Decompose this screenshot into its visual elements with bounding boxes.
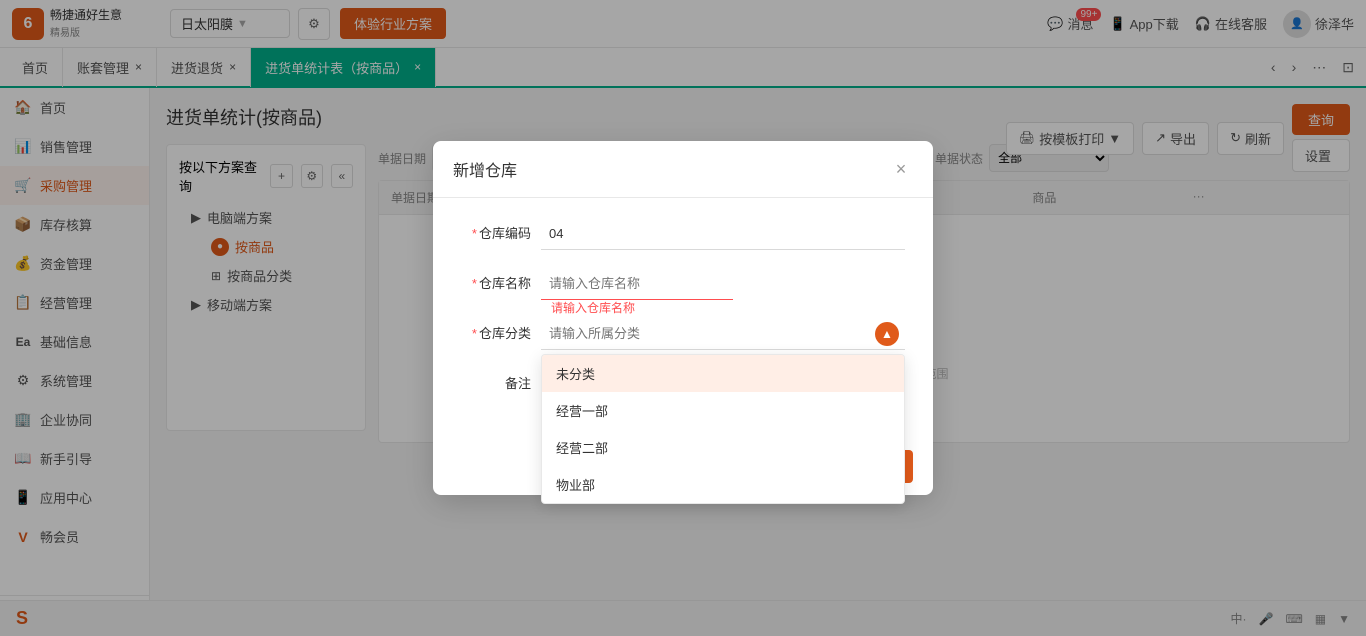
code-input[interactable] (541, 218, 905, 250)
name-input[interactable] (541, 268, 733, 300)
category-label: 仓库分类 (461, 318, 541, 350)
category-dropdown: 未分类 经营一部 经营二部 物业部 (541, 354, 905, 504)
dropdown-item-uncategorized[interactable]: 未分类 (542, 355, 904, 392)
modal-header: 新增仓库 × (433, 141, 933, 198)
form-row-name: 仓库名称 请输入仓库名称 (461, 268, 905, 300)
name-label: 仓库名称 (461, 268, 541, 300)
modal-title: 新增仓库 (453, 157, 517, 181)
new-warehouse-modal: 新增仓库 × 仓库编码 仓库名称 请输入仓库名称 仓库分类 (433, 141, 933, 495)
dropdown-item-property[interactable]: 物业部 (542, 466, 904, 503)
modal-overlay: 新增仓库 × 仓库编码 仓库名称 请输入仓库名称 仓库分类 (0, 0, 1366, 636)
category-dropdown-toggle[interactable]: ▲ (875, 322, 899, 346)
remark-label: 备注 (461, 368, 541, 400)
name-error-msg: 请输入仓库名称 (551, 299, 635, 316)
category-select-wrap: ▲ 未分类 经营一部 经营二部 物业部 (541, 318, 905, 350)
dropdown-item-dept1[interactable]: 经营一部 (542, 392, 904, 429)
category-input[interactable] (541, 318, 905, 350)
modal-close-button[interactable]: × (889, 157, 913, 181)
code-label: 仓库编码 (461, 218, 541, 250)
form-row-category: 仓库分类 ▲ 未分类 经营一部 经营二部 物业部 (461, 318, 905, 350)
form-row-code: 仓库编码 (461, 218, 905, 250)
dropdown-item-dept2[interactable]: 经营二部 (542, 429, 904, 466)
modal-body: 仓库编码 仓库名称 请输入仓库名称 仓库分类 ▲ 未分类 (433, 198, 933, 438)
